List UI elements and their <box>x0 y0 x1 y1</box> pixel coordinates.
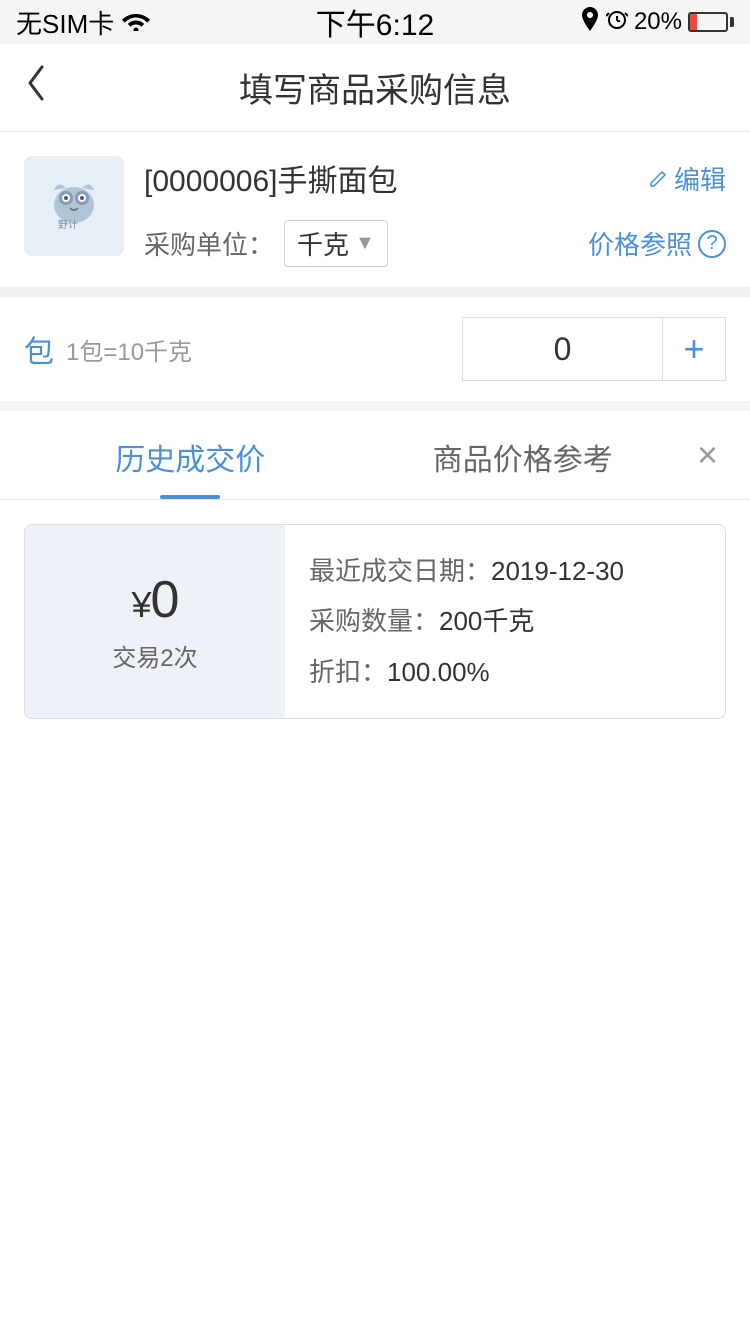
product-logo: 野计 <box>44 170 104 242</box>
status-bar: 无SIM卡 下午6:12 20% <box>0 0 750 44</box>
discount-row: 折扣：100.00% <box>309 654 701 690</box>
nav-bar: 填写商品采购信息 <box>0 44 750 132</box>
quantity-section: 包 1包=10千克 + <box>0 297 750 401</box>
bottom-space <box>0 743 750 1343</box>
status-right: 20% <box>580 7 734 38</box>
tab-price-reference[interactable]: 商品价格参考 <box>356 411 688 499</box>
trade-count: 交易2次 <box>112 638 197 673</box>
recent-date-label: 最近成交日期： <box>309 556 491 586</box>
trade-price-value: 0 <box>151 571 179 629</box>
svg-text:野计: 野计 <box>58 218 78 230</box>
trade-price: ¥0 <box>132 570 179 630</box>
tab-price-ref-label: 商品价格参考 <box>433 444 613 477</box>
recent-date-value: 2019-12-30 <box>491 556 624 586</box>
price-ref-button[interactable]: 价格参照 ? <box>588 225 726 262</box>
quantity-plus-button[interactable]: + <box>662 317 726 381</box>
product-unit-row: 采购单位： 千克 ▼ 价格参照 ? <box>144 220 726 267</box>
unit-select[interactable]: 千克 ▼ <box>284 220 388 267</box>
purchase-qty-value: 200千克 <box>439 606 534 636</box>
discount-value: 100.00% <box>387 657 490 687</box>
product-thumbnail: 野计 <box>24 156 124 256</box>
chevron-down-icon: ▼ <box>355 232 375 255</box>
carrier-label: 无SIM卡 <box>16 4 114 41</box>
unit-value: 千克 <box>297 225 349 262</box>
battery-icon <box>688 12 734 32</box>
status-time: 下午6:12 <box>316 0 434 44</box>
product-section: 野计 [0000006]手撕面包 编辑 采购单位： 千克 ▼ <box>0 132 750 287</box>
quantity-input[interactable] <box>462 317 662 381</box>
tab-history-label: 历史成交价 <box>115 444 265 477</box>
unit-label: 采购单位： <box>144 225 274 262</box>
battery-percentage: 20% <box>634 8 682 36</box>
purchase-qty-row: 采购数量：200千克 <box>309 603 701 639</box>
currency-symbol: ¥ <box>132 584 151 625</box>
product-header: [0000006]手撕面包 编辑 <box>144 156 726 200</box>
unit-conversion: 1包=10千克 <box>66 332 192 367</box>
discount-label: 折扣： <box>309 657 387 687</box>
location-icon <box>580 7 600 38</box>
alarm-icon <box>606 8 628 37</box>
purchase-qty-label: 采购数量： <box>309 606 439 636</box>
trade-card: ¥0 交易2次 最近成交日期：2019-12-30 采购数量：200千克 折扣：… <box>24 524 726 719</box>
quantity-controls: + <box>462 317 726 381</box>
tabs-section: 历史成交价 商品价格参考 × ¥0 交易2次 最近成交日期：2019-12-30… <box>0 411 750 743</box>
wifi-icon <box>122 7 150 38</box>
product-name: [0000006]手撕面包 <box>144 156 397 200</box>
back-button[interactable] <box>24 63 48 112</box>
tabs-header: 历史成交价 商品价格参考 × <box>0 411 750 500</box>
edit-label: 编辑 <box>674 160 726 197</box>
unit-left: 采购单位： 千克 ▼ <box>144 220 388 267</box>
page-title: 填写商品采购信息 <box>239 63 511 112</box>
recent-date-row: 最近成交日期：2019-12-30 <box>309 553 701 589</box>
trade-cards: ¥0 交易2次 最近成交日期：2019-12-30 采购数量：200千克 折扣：… <box>0 500 750 743</box>
tab-close-button[interactable]: × <box>689 418 726 492</box>
unit-box-label: 包 <box>24 327 54 371</box>
trade-card-right: 最近成交日期：2019-12-30 采购数量：200千克 折扣：100.00% <box>285 525 725 718</box>
edit-button[interactable]: 编辑 <box>648 160 726 197</box>
product-info: [0000006]手撕面包 编辑 采购单位： 千克 ▼ 价格参照 ? <box>144 156 726 267</box>
trade-card-left: ¥0 交易2次 <box>25 525 285 718</box>
help-icon: ? <box>698 230 726 258</box>
divider <box>0 287 750 297</box>
quantity-left: 包 1包=10千克 <box>24 327 192 371</box>
tab-history-price[interactable]: 历史成交价 <box>24 411 356 499</box>
status-left: 无SIM卡 <box>16 4 150 41</box>
price-ref-label: 价格参照 <box>588 225 692 262</box>
